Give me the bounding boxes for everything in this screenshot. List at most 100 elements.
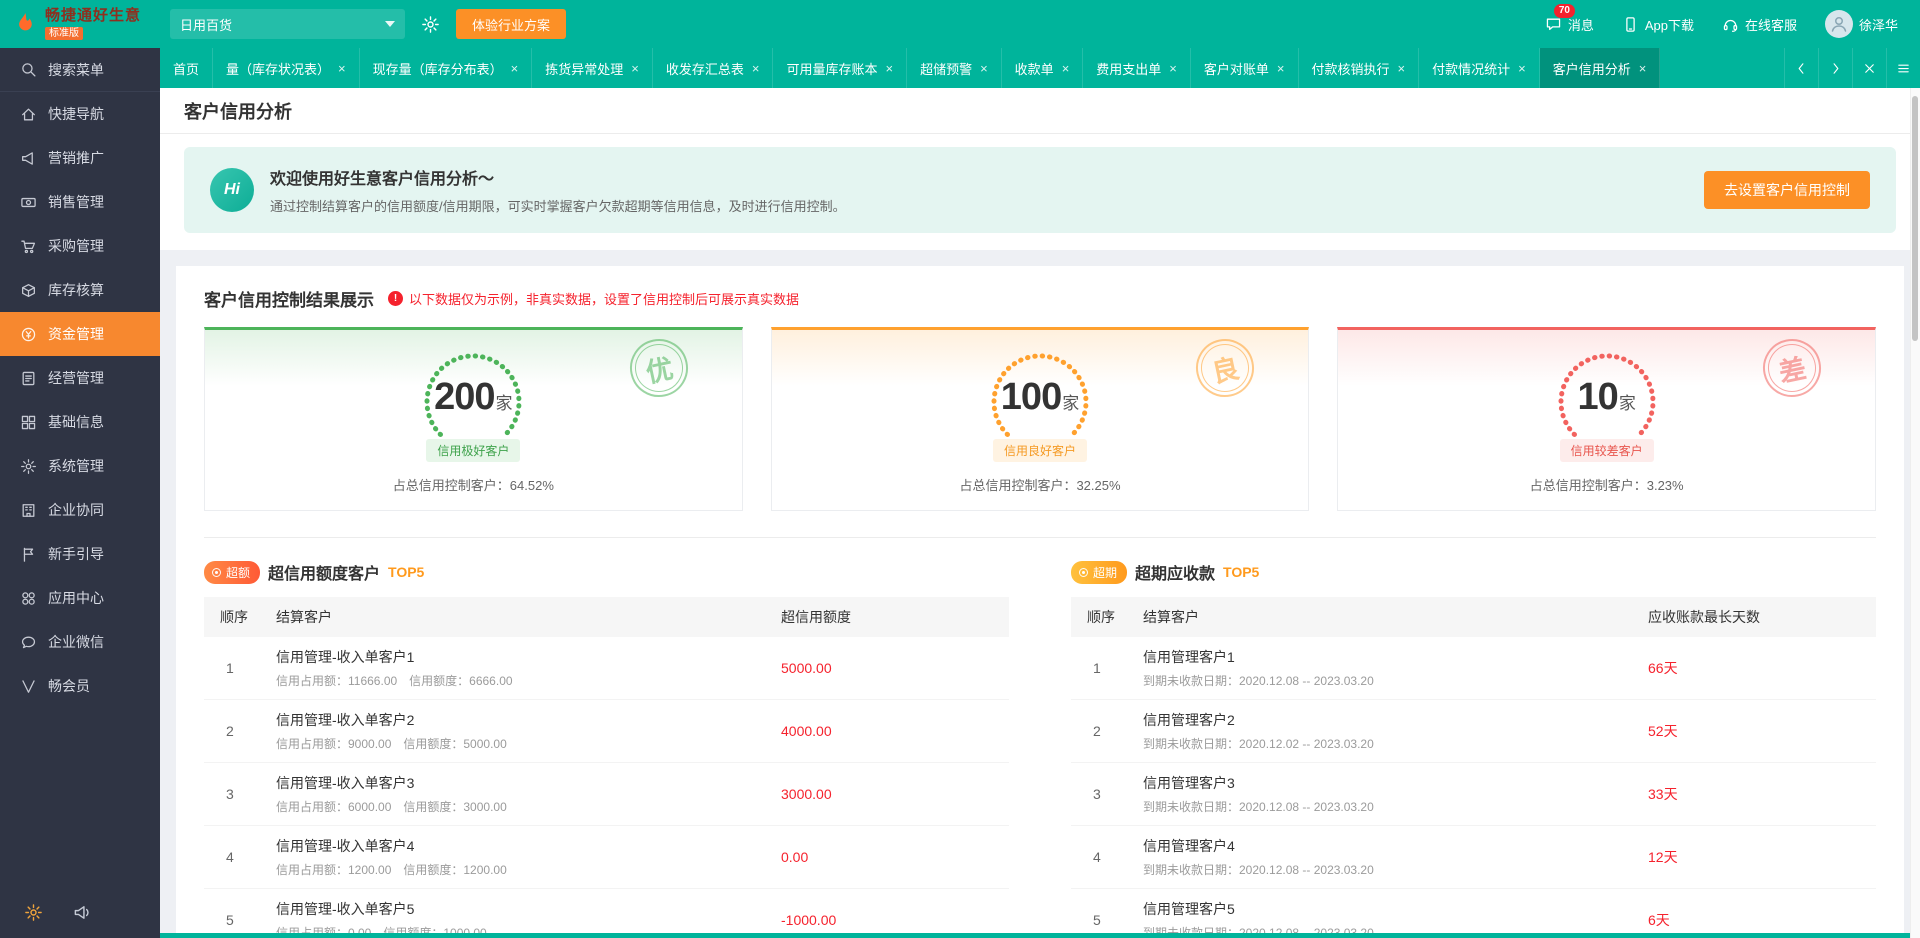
tab-close-icon[interactable]	[1398, 61, 1406, 76]
tab-label: 量（库存状况表）	[226, 61, 331, 77]
section-divider	[204, 537, 1876, 538]
tab[interactable]: 付款情况统计	[1419, 48, 1540, 88]
sidebar-item[interactable]: 基础信息	[0, 400, 160, 444]
credit-level-badge: 信用较差客户	[1559, 439, 1654, 462]
sidebar-item[interactable]: 营销推广	[0, 136, 160, 180]
app-download-button[interactable]: App下载	[1622, 15, 1694, 34]
sidebar-item[interactable]: 销售管理	[0, 180, 160, 224]
topbar-right: 70 消息 App下载 在线客服 徐泽华	[1545, 3, 1920, 38]
tab[interactable]: 费用支出单	[1083, 48, 1191, 88]
sample-data-note-text: 以下数据仅为示例，非真实数据，设置了信用控制后可展示真实数据	[409, 292, 800, 307]
sidebar-item[interactable]: 企业微信	[0, 620, 160, 664]
tab[interactable]: 客户信用分析	[1539, 48, 1661, 88]
tab-close-icon[interactable]	[1169, 61, 1177, 76]
tab[interactable]: 收发存汇总表	[653, 48, 774, 88]
vertical-scrollbar[interactable]	[1910, 88, 1920, 938]
customer-name: 信用管理客户2	[1143, 712, 1235, 728]
customer-name: 信用管理-收入单客户1	[276, 649, 415, 665]
table-row: 1 信用管理-收入单客户1 信用占用额：11666.00 信用额度：6666.0…	[204, 637, 1009, 700]
sidebar-item[interactable]: 库存核算	[0, 268, 160, 312]
trial-plan-button[interactable]: 体验行业方案	[456, 9, 567, 39]
badge-dot-icon	[212, 567, 221, 577]
overdue-table: 超期 超期应收款 TOP5 顺序 结算客户 应收账款最长天数 1 信用管理客户1…	[1071, 560, 1876, 938]
sidebar-item[interactable]: 应用中心	[0, 576, 160, 620]
brand-edition-badge: 标准版	[45, 26, 83, 40]
row-value: 66天	[1648, 660, 1678, 676]
row-customer: 信用管理-收入单客户4 信用占用额：1200.00 信用额度：1200.00	[276, 836, 781, 878]
sidebar-item[interactable]: 搜索菜单	[0, 48, 160, 92]
col-order: 顺序	[220, 609, 248, 625]
tab[interactable]: 量（库存状况表）	[213, 48, 360, 88]
sidebar-announcement-icon[interactable]	[73, 903, 92, 922]
sidebar-item-label: 新手引导	[48, 546, 104, 562]
user-menu[interactable]: 徐泽华	[1824, 10, 1898, 38]
row-order: 4	[1093, 849, 1101, 865]
row-customer: 信用管理客户1 到期未收款日期：2020.12.08 -- 2023.03.20	[1143, 647, 1648, 689]
table-row: 4 信用管理客户4 到期未收款日期：2020.12.08 -- 2023.03.…	[1071, 826, 1876, 889]
sidebar-item[interactable]: 快捷导航	[0, 92, 160, 136]
tabs-scroll-left-button[interactable]	[1784, 48, 1818, 88]
tab[interactable]: 拣货异常处理	[532, 48, 653, 88]
online-service-button[interactable]: 在线客服	[1722, 15, 1797, 34]
credit-gauge: 200家 信用极好客户	[415, 344, 531, 462]
sidebar-settings-icon[interactable]	[24, 903, 43, 922]
row-order: 2	[226, 723, 234, 739]
customer-detail: 信用占用额：9000.00 信用额度：5000.00	[276, 737, 507, 751]
tabs-close-all-button[interactable]	[1852, 48, 1886, 88]
page-title-bar: 客户信用分析	[160, 88, 1920, 134]
sidebar-item[interactable]: 采购管理	[0, 224, 160, 268]
tab-close-icon[interactable]	[885, 61, 893, 76]
sidebar-item[interactable]: 畅会员	[0, 664, 160, 708]
tab-close-icon[interactable]	[338, 61, 346, 76]
over-limit-top5: TOP5	[388, 564, 425, 580]
tab-close-icon[interactable]	[511, 61, 519, 76]
tab-close-icon[interactable]	[1277, 61, 1285, 76]
tab-close-icon[interactable]	[980, 61, 988, 76]
credit-share-text: 占总信用控制客户：32.25%	[959, 478, 1121, 493]
tab[interactable]: 客户对账单	[1191, 48, 1299, 88]
customer-name: 信用管理-收入单客户4	[276, 838, 415, 854]
tab-close-icon[interactable]	[1639, 61, 1647, 76]
sidebar-item-label: 快捷导航	[48, 106, 104, 122]
setup-credit-control-button[interactable]: 去设置客户信用控制	[1704, 171, 1870, 209]
tab-close-icon[interactable]	[752, 61, 760, 76]
sidebar-item-label: 采购管理	[48, 238, 104, 254]
tab-close-icon[interactable]	[631, 61, 639, 76]
tab-close-icon[interactable]	[1518, 61, 1526, 76]
scrollbar-thumb[interactable]	[1912, 96, 1918, 341]
tab[interactable]: 收款单	[1002, 48, 1084, 88]
sidebar-item-label: 销售管理	[48, 194, 104, 210]
tab-close-icon[interactable]	[1062, 61, 1070, 76]
sidebar-item-icon	[20, 106, 37, 123]
tabs-scroll-right-button[interactable]	[1818, 48, 1852, 88]
col-over-amount: 超信用额度	[781, 609, 851, 625]
sidebar-item-icon	[20, 61, 37, 78]
sidebar-item[interactable]: 经营管理	[0, 356, 160, 400]
org-select[interactable]: 日用百货	[170, 9, 405, 39]
tab[interactable]: 超储预警	[907, 48, 1002, 88]
customer-detail: 到期未收款日期：2020.12.08 -- 2023.03.20	[1143, 863, 1374, 877]
tab[interactable]: 可用量库存账本	[773, 48, 908, 88]
sidebar-item[interactable]: 系统管理	[0, 444, 160, 488]
messages-button[interactable]: 70 消息	[1545, 3, 1594, 34]
row-customer: 信用管理客户3 到期未收款日期：2020.12.08 -- 2023.03.20	[1143, 773, 1648, 815]
row-customer: 信用管理-收入单客户3 信用占用额：6000.00 信用额度：3000.00	[276, 773, 781, 815]
row-order: 3	[226, 786, 234, 802]
avatar	[1824, 10, 1853, 38]
app-window: 畅捷通好生意 标准版 日用百货 体验行业方案 70 消息 App下载 在线客服	[0, 0, 1920, 938]
alert-icon	[388, 291, 403, 306]
tabs-menu-button[interactable]	[1886, 48, 1920, 88]
tab[interactable]: 付款核销执行	[1299, 48, 1420, 88]
sidebar-item[interactable]: 新手引导	[0, 532, 160, 576]
sidebar-item-label: 应用中心	[48, 590, 104, 606]
over-limit-table: 超额 超信用额度客户 TOP5 顺序 结算客户 超信用额度 1 信用管理-收入单…	[204, 560, 1009, 938]
sidebar-item[interactable]: 企业协同	[0, 488, 160, 532]
sidebar-item[interactable]: 资金管理	[0, 312, 160, 356]
credit-results-card: 客户信用控制结果展示 以下数据仅为示例，非真实数据，设置了信用控制后可展示真实数…	[176, 266, 1904, 938]
tab[interactable]: 首页	[160, 48, 214, 88]
welcome-banner: Hi 欢迎使用好生意客户信用分析～ 通过控制结算客户的信用额度/信用期限，可实时…	[184, 147, 1896, 233]
customer-count: 200家	[434, 376, 513, 418]
credit-stat-card: 良 100家 信用良好客户 占总信用控制客户：32.25%	[770, 327, 1310, 511]
settings-gear-icon[interactable]	[421, 15, 440, 34]
tab[interactable]: 现存量（库存分布表）	[360, 48, 533, 88]
